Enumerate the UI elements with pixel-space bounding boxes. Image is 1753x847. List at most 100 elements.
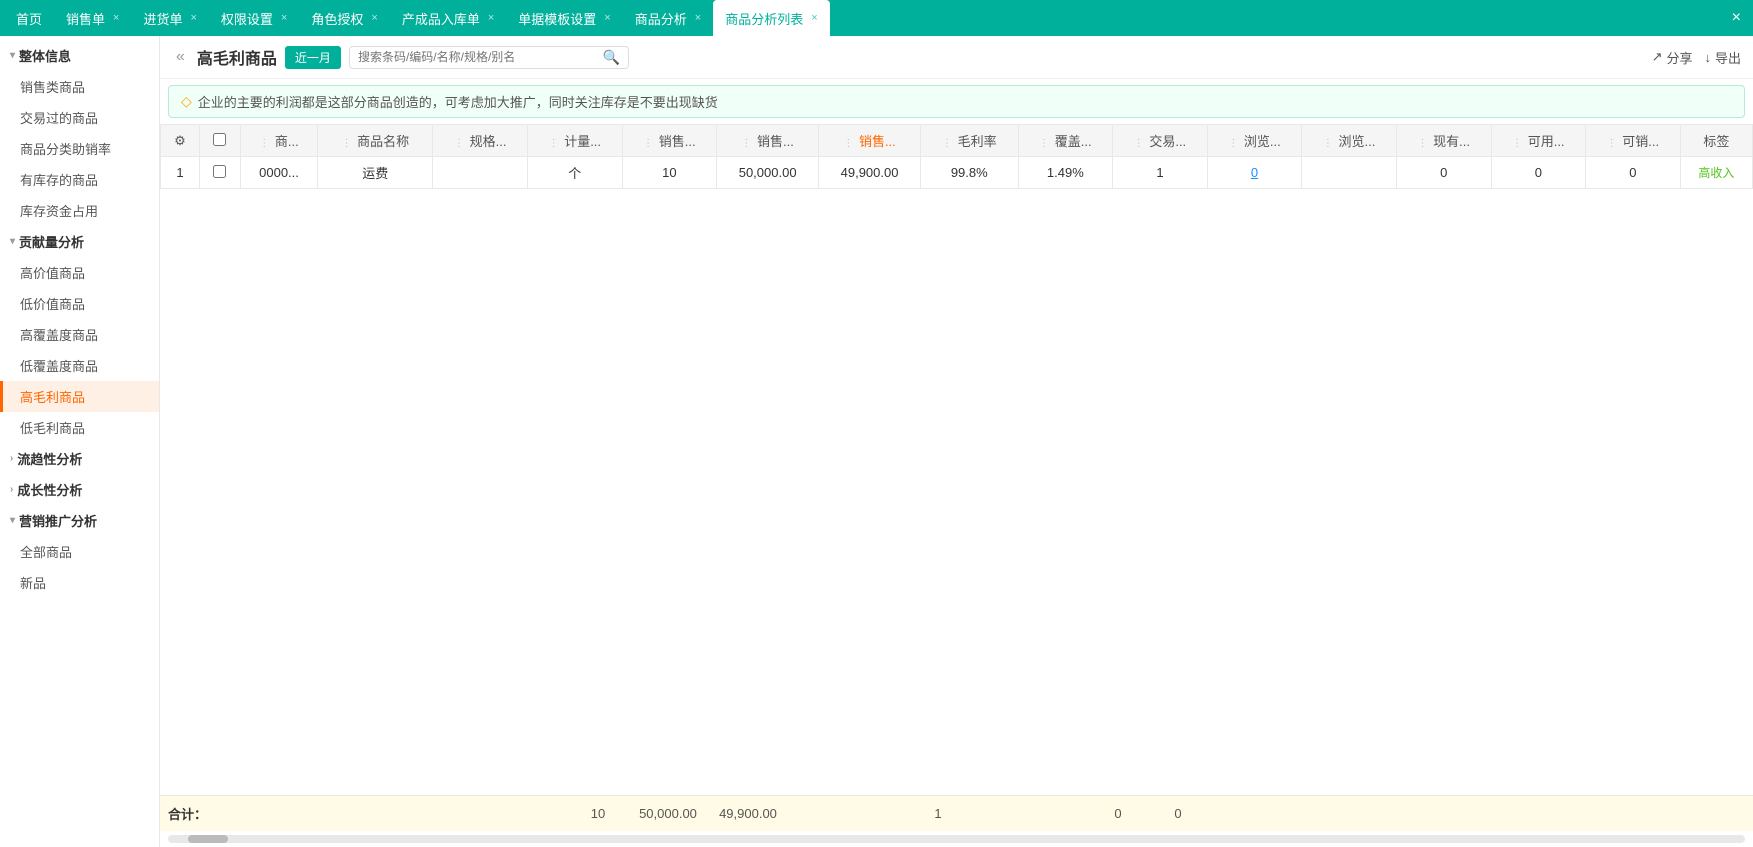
footer-spacer7	[788, 806, 848, 821]
tip-bar: ◇ 企业的主要的利润都是这部分商品创造的，可考虑加大推广，同时关注库存是不要出现…	[168, 85, 1745, 118]
cell-sales-amount: 50,000.00	[717, 157, 819, 189]
sidebar-item-high-margin[interactable]: 高毛利商品	[0, 381, 159, 412]
col-sales-profit[interactable]: ⋮ 销售...	[819, 125, 921, 157]
tab-role-auth[interactable]: 角色授权 ×	[299, 0, 389, 36]
footer-spacer1	[248, 806, 278, 821]
select-all-checkbox[interactable]	[213, 133, 226, 146]
search-input[interactable]	[358, 50, 599, 64]
col-tag[interactable]: 标签	[1680, 125, 1752, 157]
cell-unit: 个	[528, 157, 623, 189]
sidebar-item-sales-goods[interactable]: 销售类商品	[0, 71, 159, 102]
col-settings[interactable]: ⚙	[161, 125, 200, 157]
tab-close-sales[interactable]: ×	[113, 12, 119, 24]
cell-checkbox[interactable]	[200, 157, 241, 189]
col-sales-qty[interactable]: ⋮ 销售...	[622, 125, 717, 157]
sidebar-item-traded-goods[interactable]: 交易过的商品	[0, 102, 159, 133]
col-code[interactable]: ⋮ 商...	[240, 125, 317, 157]
tab-home[interactable]: 首页	[4, 0, 54, 36]
col-gross-margin[interactable]: ⋮ 毛利率	[921, 125, 1019, 157]
sidebar-item-high-coverage[interactable]: 高覆盖度商品	[0, 319, 159, 350]
sidebar-group-overall[interactable]: ▾ 整体信息	[0, 40, 159, 71]
col-current-stock[interactable]: ⋮ 现有...	[1396, 125, 1491, 157]
footer-spacer8	[848, 806, 908, 821]
sidebar-item-stock-capital[interactable]: 库存资金占用	[0, 195, 159, 226]
page-title: 高毛利商品	[197, 45, 277, 69]
col-view2[interactable]: ⋮ 浏览...	[1302, 125, 1397, 157]
window-close-btn[interactable]: ×	[1724, 9, 1749, 27]
col-sellable-stock[interactable]: ⋮ 可销...	[1586, 125, 1681, 157]
horizontal-scrollbar[interactable]	[168, 835, 1745, 843]
settings-icon: ⚙	[174, 133, 186, 148]
sidebar-group-growth[interactable]: › 成长性分析	[0, 474, 159, 505]
col-trade-count[interactable]: ⋮ 交易...	[1113, 125, 1208, 157]
tab-close-inbound[interactable]: ×	[488, 12, 494, 24]
table-wrapper[interactable]: ⚙ ⋮ 商... ⋮ 商品名称	[160, 124, 1753, 795]
tab-product-inbound[interactable]: 产成品入库单 ×	[390, 0, 506, 36]
period-button[interactable]: 近一月	[285, 46, 341, 69]
tab-sales-order[interactable]: 销售单 ×	[54, 0, 131, 36]
col-available-stock[interactable]: ⋮ 可用...	[1491, 125, 1586, 157]
tab-close-role[interactable]: ×	[371, 12, 377, 24]
share-button[interactable]: ↗ 分享	[1652, 48, 1693, 67]
col-name[interactable]: ⋮ 商品名称	[318, 125, 433, 157]
sidebar-item-high-value[interactable]: 高价值商品	[0, 257, 159, 288]
tab-close-analysis[interactable]: ×	[695, 12, 701, 24]
footer-trade-count: 1	[908, 806, 968, 821]
row-checkbox[interactable]	[213, 165, 226, 178]
sidebar-group-contribution[interactable]: ▾ 贡献量分析	[0, 226, 159, 257]
tip-text: 企业的主要的利润都是这部分商品创造的，可考虑加大推广，同时关注库存是不要出现缺货	[198, 92, 718, 111]
tab-purchase-order[interactable]: 进货单 ×	[131, 0, 208, 36]
resizer-icon: ⋮	[549, 138, 559, 149]
tab-close-purchase[interactable]: ×	[190, 12, 196, 24]
tip-icon: ◇	[181, 93, 192, 110]
footer-label: 合计：	[168, 804, 248, 823]
arrow-icon-contribution: ▾	[10, 236, 15, 247]
cell-trade-count: 1	[1113, 157, 1208, 189]
sidebar-collapse-btn[interactable]: «	[172, 44, 189, 70]
col-view1[interactable]: ⋮ 浏览...	[1207, 125, 1302, 157]
sidebar-group-marketing[interactable]: ▾ 营销推广分析	[0, 505, 159, 536]
sidebar-item-all-goods[interactable]: 全部商品	[0, 536, 159, 567]
col-checkbox[interactable]	[200, 125, 241, 157]
resizer-icon: ⋮	[1228, 138, 1238, 149]
cell-view1[interactable]: 0	[1207, 157, 1302, 189]
cell-index: 1	[161, 157, 200, 189]
cell-sales-qty: 10	[622, 157, 717, 189]
col-sales-amount[interactable]: ⋮ 销售...	[717, 125, 819, 157]
sidebar-item-in-stock[interactable]: 有库存的商品	[0, 164, 159, 195]
tab-close-permission[interactable]: ×	[281, 12, 287, 24]
footer-spacer3	[308, 806, 368, 821]
main-layout: ▾ 整体信息 销售类商品 交易过的商品 商品分类助销率 有库存的商品 库存资金占…	[0, 36, 1753, 847]
content-area: « 高毛利商品 近一月 🔍 ↗ 分享 ↓ 导出 ◇ 企业的主要的利润都是这部	[160, 36, 1753, 847]
sidebar-item-low-value[interactable]: 低价值商品	[0, 288, 159, 319]
footer-available-stock: 0	[1148, 806, 1208, 821]
tab-close-template[interactable]: ×	[604, 12, 610, 24]
sidebar-item-category-assist[interactable]: 商品分类助销率	[0, 133, 159, 164]
tab-permission-settings[interactable]: 权限设置 ×	[209, 0, 299, 36]
tab-template-settings[interactable]: 单据模板设置 ×	[506, 0, 622, 36]
sidebar-item-new-goods[interactable]: 新品	[0, 567, 159, 598]
resizer-icon: ⋮	[454, 138, 464, 149]
resizer-icon: ⋮	[741, 138, 751, 149]
footer-spacer2	[278, 806, 308, 821]
col-spec[interactable]: ⋮ 规格...	[433, 125, 528, 157]
tab-product-analysis[interactable]: 商品分析 ×	[623, 0, 713, 36]
tab-product-analysis-list[interactable]: 商品分析列表 ×	[713, 0, 829, 36]
col-coverage[interactable]: ⋮ 覆盖...	[1018, 125, 1113, 157]
sidebar-group-trend[interactable]: › 流趋性分析	[0, 443, 159, 474]
footer-spacer10	[1028, 806, 1088, 821]
sidebar-item-low-coverage[interactable]: 低覆盖度商品	[0, 350, 159, 381]
arrow-icon-marketing: ▾	[10, 515, 15, 526]
footer-spacer5	[458, 806, 518, 821]
resizer-icon: ⋮	[843, 138, 853, 149]
scrollbar-thumb[interactable]	[188, 835, 228, 843]
sidebar-item-low-margin[interactable]: 低毛利商品	[0, 412, 159, 443]
col-unit[interactable]: ⋮ 计量...	[528, 125, 623, 157]
tab-close-analysis-list[interactable]: ×	[811, 12, 817, 24]
resizer-icon: ⋮	[1417, 138, 1427, 149]
table-header-row: ⚙ ⋮ 商... ⋮ 商品名称	[161, 125, 1753, 157]
resizer-icon: ⋮	[643, 138, 653, 149]
search-icon[interactable]: 🔍	[603, 49, 620, 66]
export-button[interactable]: ↓ 导出	[1704, 48, 1741, 67]
sidebar: ▾ 整体信息 销售类商品 交易过的商品 商品分类助销率 有库存的商品 库存资金占…	[0, 36, 160, 847]
